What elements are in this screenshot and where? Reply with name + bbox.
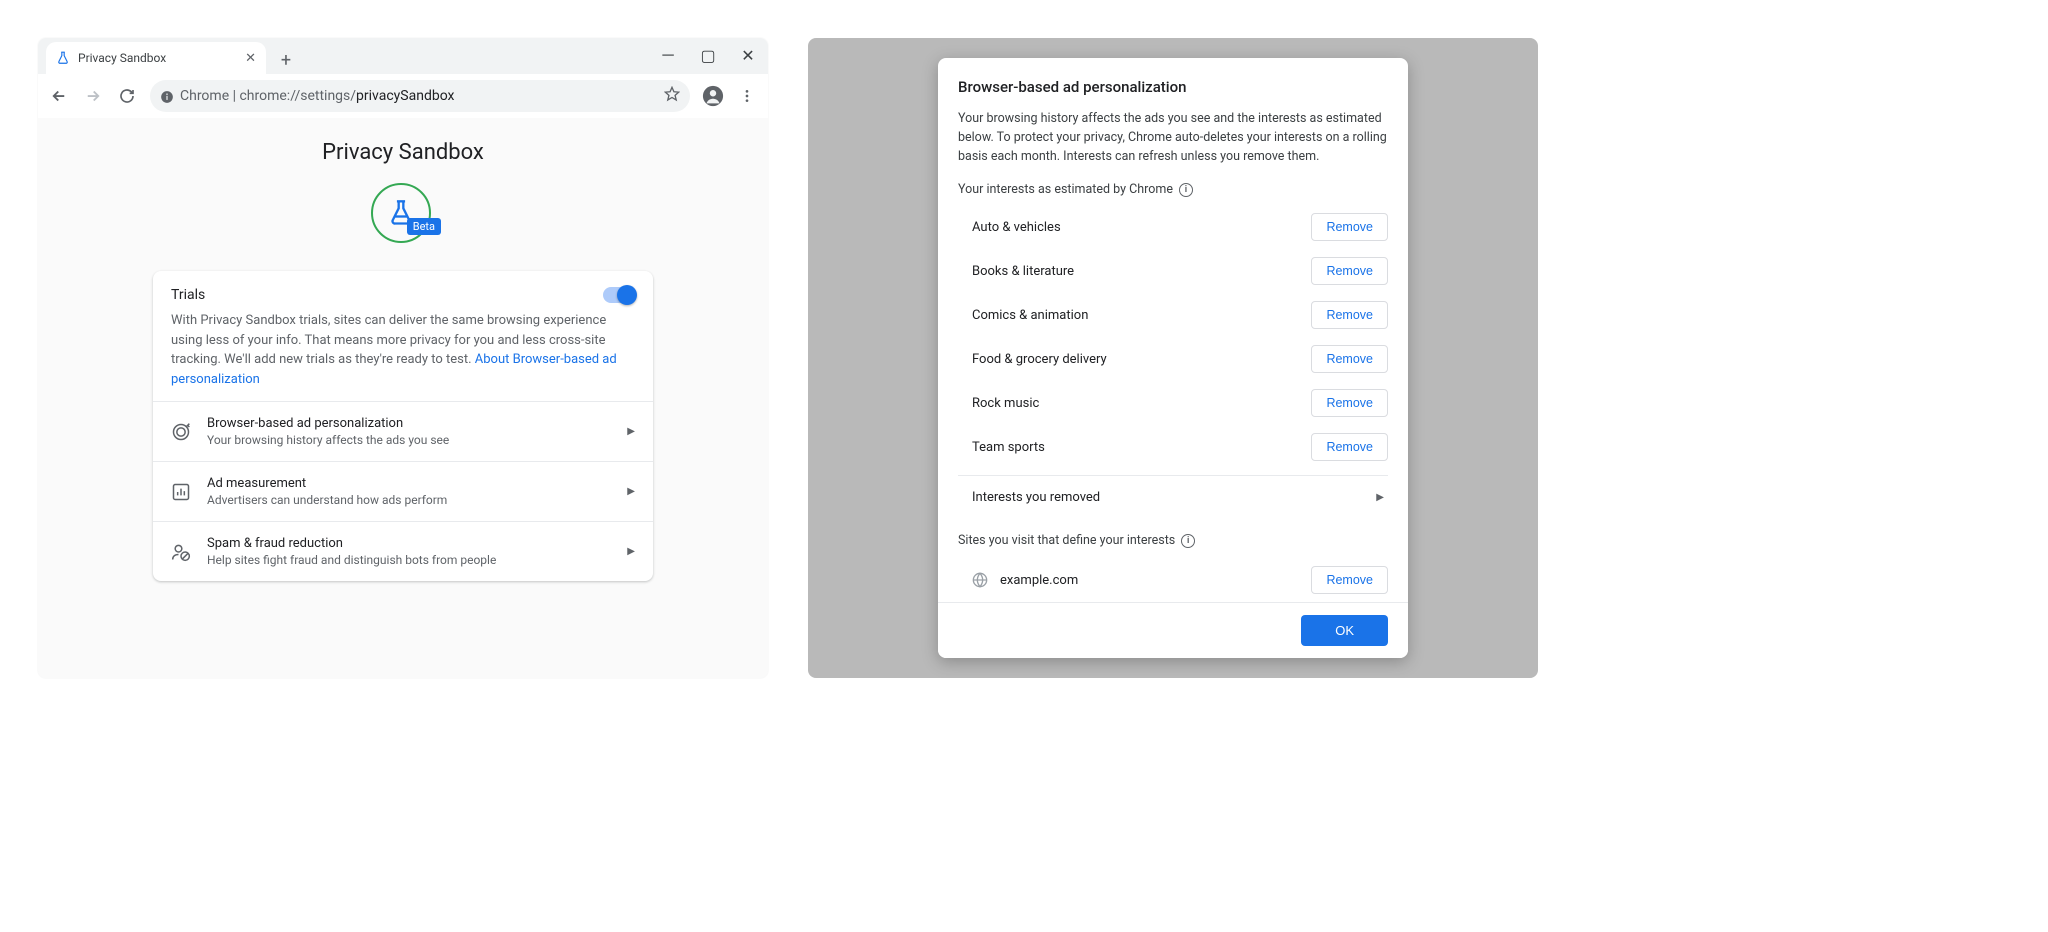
- page-content: Privacy Sandbox Beta Trials With Privacy…: [38, 118, 768, 678]
- info-icon: [160, 89, 174, 103]
- target-icon: [171, 422, 191, 442]
- sites-list: example.com Remove: [958, 556, 1388, 602]
- row-spam-fraud[interactable]: Spam & fraud reduction Help sites fight …: [153, 521, 653, 581]
- chrome-window-left: Privacy Sandbox ✕ + ─ ▢ ✕ Chrome | chrom…: [38, 38, 768, 678]
- page-title: Privacy Sandbox: [322, 140, 484, 165]
- interest-row: Auto & vehicles Remove: [958, 205, 1388, 249]
- row-ad-personalization[interactable]: Browser-based ad personalization Your br…: [153, 401, 653, 461]
- dialog-description: Your browsing history affects the ads yo…: [958, 110, 1388, 166]
- interest-name: Food & grocery delivery: [972, 352, 1107, 367]
- chevron-right-icon: ▶: [627, 426, 635, 437]
- interest-row: Comics & animation Remove: [958, 293, 1388, 337]
- trials-description: With Privacy Sandbox trials, sites can d…: [171, 311, 635, 389]
- interest-name: Team sports: [972, 440, 1045, 455]
- forward-button[interactable]: [78, 81, 108, 111]
- remove-button[interactable]: Remove: [1311, 389, 1388, 417]
- profile-icon[interactable]: [698, 81, 728, 111]
- tab-strip: Privacy Sandbox ✕ + ─ ▢ ✕: [38, 38, 768, 74]
- interest-row: Books & literature Remove: [958, 249, 1388, 293]
- tab-title: Privacy Sandbox: [78, 51, 166, 65]
- bookmark-icon[interactable]: [664, 86, 680, 106]
- remove-button[interactable]: Remove: [1311, 566, 1388, 594]
- interest-name: Books & literature: [972, 264, 1074, 279]
- url-text: Chrome | chrome://settings/privacySandbo…: [180, 88, 455, 104]
- site-name: example.com: [1000, 573, 1299, 588]
- person-block-icon: [171, 542, 191, 562]
- interest-row: Team sports Remove: [958, 425, 1388, 469]
- interest-row: Rock music Remove: [958, 381, 1388, 425]
- maximize-icon[interactable]: ▢: [694, 44, 722, 66]
- chevron-right-icon: ▶: [1376, 492, 1384, 503]
- row-title: Spam & fraud reduction: [207, 536, 611, 551]
- dialog-footer: OK: [938, 602, 1408, 658]
- interests-list: Auto & vehicles Remove Books & literature R…: [958, 205, 1388, 469]
- window-controls: ─ ▢ ✕: [654, 44, 762, 66]
- chart-icon: [171, 482, 191, 502]
- beta-logo: Beta: [371, 183, 435, 247]
- interest-name: Auto & vehicles: [972, 220, 1061, 235]
- back-button[interactable]: [44, 81, 74, 111]
- toolbar: Chrome | chrome://settings/privacySandbo…: [38, 74, 768, 118]
- ad-personalization-dialog: Browser-based ad personalization Your br…: [938, 58, 1408, 658]
- interest-row: Food & grocery delivery Remove: [958, 337, 1388, 381]
- site-row: example.com Remove: [958, 556, 1388, 602]
- settings-card: Trials With Privacy Sandbox trials, site…: [153, 271, 653, 581]
- close-window-icon[interactable]: ✕: [734, 44, 762, 66]
- interest-name: Comics & animation: [972, 308, 1088, 323]
- browser-tab[interactable]: Privacy Sandbox ✕: [46, 42, 266, 74]
- row-title: Browser-based ad personalization: [207, 416, 611, 431]
- info-icon[interactable]: i: [1179, 183, 1193, 197]
- menu-icon[interactable]: [732, 81, 762, 111]
- interests-section-label: Your interests as estimated by Chrome i: [958, 182, 1388, 197]
- chevron-right-icon: ▶: [627, 546, 635, 557]
- info-icon[interactable]: i: [1181, 534, 1195, 548]
- remove-button[interactable]: Remove: [1311, 257, 1388, 285]
- globe-icon: [972, 572, 988, 588]
- row-subtitle: Help sites fight fraud and distinguish b…: [207, 553, 611, 567]
- remove-button[interactable]: Remove: [1311, 301, 1388, 329]
- remove-button[interactable]: Remove: [1311, 433, 1388, 461]
- beta-tag: Beta: [407, 218, 441, 235]
- close-icon[interactable]: ✕: [245, 51, 256, 66]
- row-subtitle: Your browsing history affects the ads yo…: [207, 433, 611, 447]
- remove-button[interactable]: Remove: [1311, 345, 1388, 373]
- new-tab-button[interactable]: +: [272, 46, 300, 74]
- dialog-title: Browser-based ad personalization: [958, 78, 1388, 96]
- chevron-right-icon: ▶: [627, 486, 635, 497]
- reload-button[interactable]: [112, 81, 142, 111]
- remove-button[interactable]: Remove: [1311, 213, 1388, 241]
- chrome-window-right: Browser-based ad personalization Your br…: [808, 38, 1538, 678]
- trials-toggle[interactable]: [603, 287, 635, 303]
- row-subtitle: Advertisers can understand how ads perfo…: [207, 493, 611, 507]
- flask-icon: [56, 51, 70, 65]
- trials-label: Trials: [171, 287, 205, 303]
- sites-section-label: Sites you visit that define your interes…: [958, 533, 1388, 548]
- ok-button[interactable]: OK: [1301, 615, 1388, 646]
- address-bar[interactable]: Chrome | chrome://settings/privacySandbo…: [150, 80, 690, 112]
- interest-name: Rock music: [972, 396, 1039, 411]
- removed-label: Interests you removed: [972, 490, 1100, 505]
- minimize-icon[interactable]: ─: [654, 44, 682, 66]
- row-ad-measurement[interactable]: Ad measurement Advertisers can understan…: [153, 461, 653, 521]
- row-title: Ad measurement: [207, 476, 611, 491]
- interests-removed-row[interactable]: Interests you removed ▶: [958, 475, 1388, 519]
